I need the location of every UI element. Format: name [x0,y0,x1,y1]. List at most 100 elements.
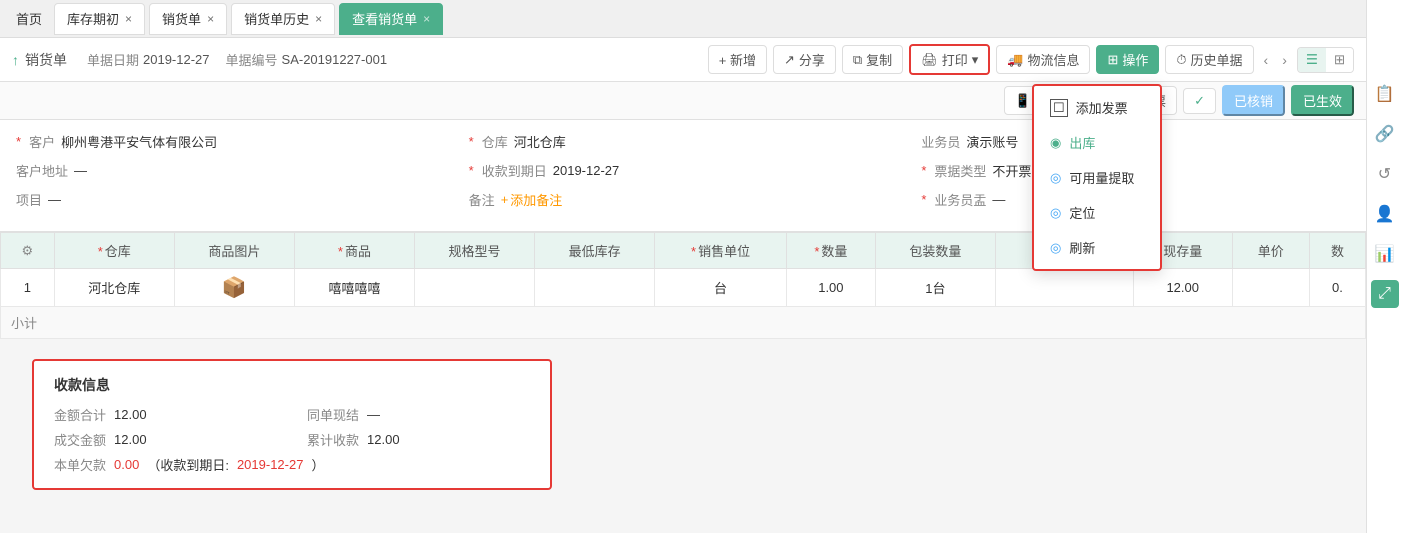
sidebar-link-icon[interactable]: 🔗 [1371,120,1399,148]
logistics-icon: 🚚 [1007,52,1023,68]
tab-sales-history[interactable]: 销货单历史 × [231,3,335,35]
sidebar-expand-icon[interactable]: ⤢ [1371,280,1399,308]
view-toggle: ☰ ⊞ [1297,47,1354,73]
add-note-label: 添加备注 [510,190,562,209]
col-warehouse: *仓库 [54,233,174,269]
salesman2-label: 业务员盂 [934,190,986,209]
effective-button[interactable]: 已生效 [1291,85,1354,116]
tab-inventory-close[interactable]: × [125,12,132,26]
same-order-value: — [367,407,380,422]
nav-next[interactable]: › [1278,52,1291,68]
doc-no-value: SA-20191227-001 [282,52,388,67]
cumulative-label: 累计收款 [307,430,359,449]
row-package: 1台 [875,269,995,307]
balance-note: （收款到期日: [147,455,229,474]
available-qty-item[interactable]: ◎ 可用量提取 [1034,160,1160,195]
table-row: 1 河北仓库 📦 嘻嘻嘻嘻 台 1.00 1台 12.00 0. [1,269,1366,307]
add-note-button[interactable]: + 添加备注 [501,190,563,209]
col-quantity: *数量 [786,233,875,269]
salesman-label: 业务员 [921,132,960,151]
tab-sales-close[interactable]: × [207,12,214,26]
product-image: 📦 [222,277,247,299]
col-min-stock: 最低库存 [535,233,655,269]
new-button[interactable]: + 新增 [708,45,767,74]
customer-label: 客户 [29,132,55,151]
radio-selected-icon: ◉ [1050,135,1061,151]
locate-item[interactable]: ◎ 定位 [1034,195,1160,230]
copy-button[interactable]: ⧉ 复制 [842,45,903,74]
row-quantity: 1.00 [786,269,875,307]
doc-icon: ↑ [12,52,19,68]
row-product: 嘻嘻嘻嘻 [294,269,414,307]
history-label: 历史单据 [1191,50,1243,69]
history-button[interactable]: ⏱ 历史单据 [1165,45,1253,74]
required-marker: * [16,134,21,149]
list-view-button[interactable]: ☰ [1298,48,1326,72]
tab-sales-history-label: 销货单历史 [244,9,309,28]
tab-inventory[interactable]: 库存期初 × [54,3,145,35]
required-marker-5: * [921,192,926,207]
check-icon: ✓ [1194,93,1205,109]
total-label: 金额合计 [54,405,106,424]
warehouse-label: 仓库 [482,132,508,151]
row-index: 1 [1,269,55,307]
same-order-row: 同单现结 — [307,405,530,424]
copy-icon: ⧉ [853,52,862,68]
operations-label: 操作 [1122,50,1148,69]
grid-view-button[interactable]: ⊞ [1326,48,1353,72]
sidebar-doc-icon[interactable]: 📋 [1371,80,1399,108]
payment-date-value: 2019-12-27 [553,163,620,178]
refresh-item[interactable]: ◎ 刷新 [1034,230,1160,265]
row-spec [415,269,535,307]
tab-sales[interactable]: 销货单 × [149,3,227,35]
settings-icon[interactable]: ⚙ [22,243,34,258]
row-image: 📦 [174,269,294,307]
project-label: 项目 [16,190,42,209]
history-icon: ⏱ [1176,52,1186,68]
deal-amount-value: 12.00 [114,432,147,447]
col-product: *商品 [294,233,414,269]
toolbar-actions: + 新增 ↗ 分享 ⧉ 复制 🖨 打印 ▾ 🚚 物流信息 [708,44,1354,75]
tab-view-sales[interactable]: 查看销货单 × [339,3,443,35]
refresh-icon: ◎ [1050,240,1061,256]
sidebar-refresh-icon[interactable]: ↺ [1371,160,1399,188]
deal-amount-label: 成交金额 [54,430,106,449]
doc-no-label: 单据编号 [226,50,278,69]
print-label: 打印 [942,50,968,69]
confirm-button[interactable]: ✓ [1183,88,1216,114]
nav-prev[interactable]: ‹ [1260,52,1273,68]
payment-grid: 金额合计 12.00 同单现结 — 成交金额 12.00 累计收款 12.00 [54,405,530,474]
add-invoice-label: 添加发票 [1076,98,1128,117]
cumulative-row: 累计收款 12.00 [307,430,530,449]
tab-view-sales-close[interactable]: × [423,12,430,26]
warehouse-out-item[interactable]: ◉ 出库 [1034,125,1160,160]
row-stock: 12.00 [1133,269,1232,307]
operations-button[interactable]: ⊞ 操作 [1096,45,1159,74]
print-button[interactable]: 🖨 打印 ▾ [909,44,990,75]
row-unit: 台 [655,269,787,307]
balance-value: 0.00 [114,457,139,472]
print-chevron: ▾ [972,52,979,68]
tab-sales-history-close[interactable]: × [315,12,322,26]
balance-suffix: ） [311,455,324,474]
tab-home[interactable]: 首页 [8,9,50,28]
logistics-label: 物流信息 [1027,50,1079,69]
toolbar: ↑ 销货单 单据日期 2019-12-27 单据编号 SA-20191227-0… [0,38,1366,82]
col-price: 单价 [1232,233,1309,269]
customer-field: * 客户 柳州粤港平安气体有限公司 [16,132,445,151]
sidebar-user-icon[interactable]: 👤 [1371,200,1399,228]
logistics-button[interactable]: 🚚 物流信息 [996,45,1090,74]
required-marker-2: * [469,134,474,149]
row-amount: 0. [1309,269,1365,307]
row-min-stock [535,269,655,307]
share-button[interactable]: ↗ 分享 [773,45,836,74]
sidebar-chart-icon[interactable]: 📊 [1371,240,1399,268]
payment-section-wrap: 收款信息 金额合计 12.00 同单现结 — 成交金额 12.00 [0,339,1366,510]
payment-section: 收款信息 金额合计 12.00 同单现结 — 成交金额 12.00 [32,359,552,490]
tab-view-sales-label: 查看销货单 [352,9,417,28]
cumulative-value: 12.00 [367,432,400,447]
required-marker-4: * [921,163,926,178]
balance-date: 2019-12-27 [237,457,304,472]
add-invoice-item[interactable]: ☐ 添加发票 [1034,90,1160,125]
checked-button[interactable]: 已核销 [1222,85,1285,116]
